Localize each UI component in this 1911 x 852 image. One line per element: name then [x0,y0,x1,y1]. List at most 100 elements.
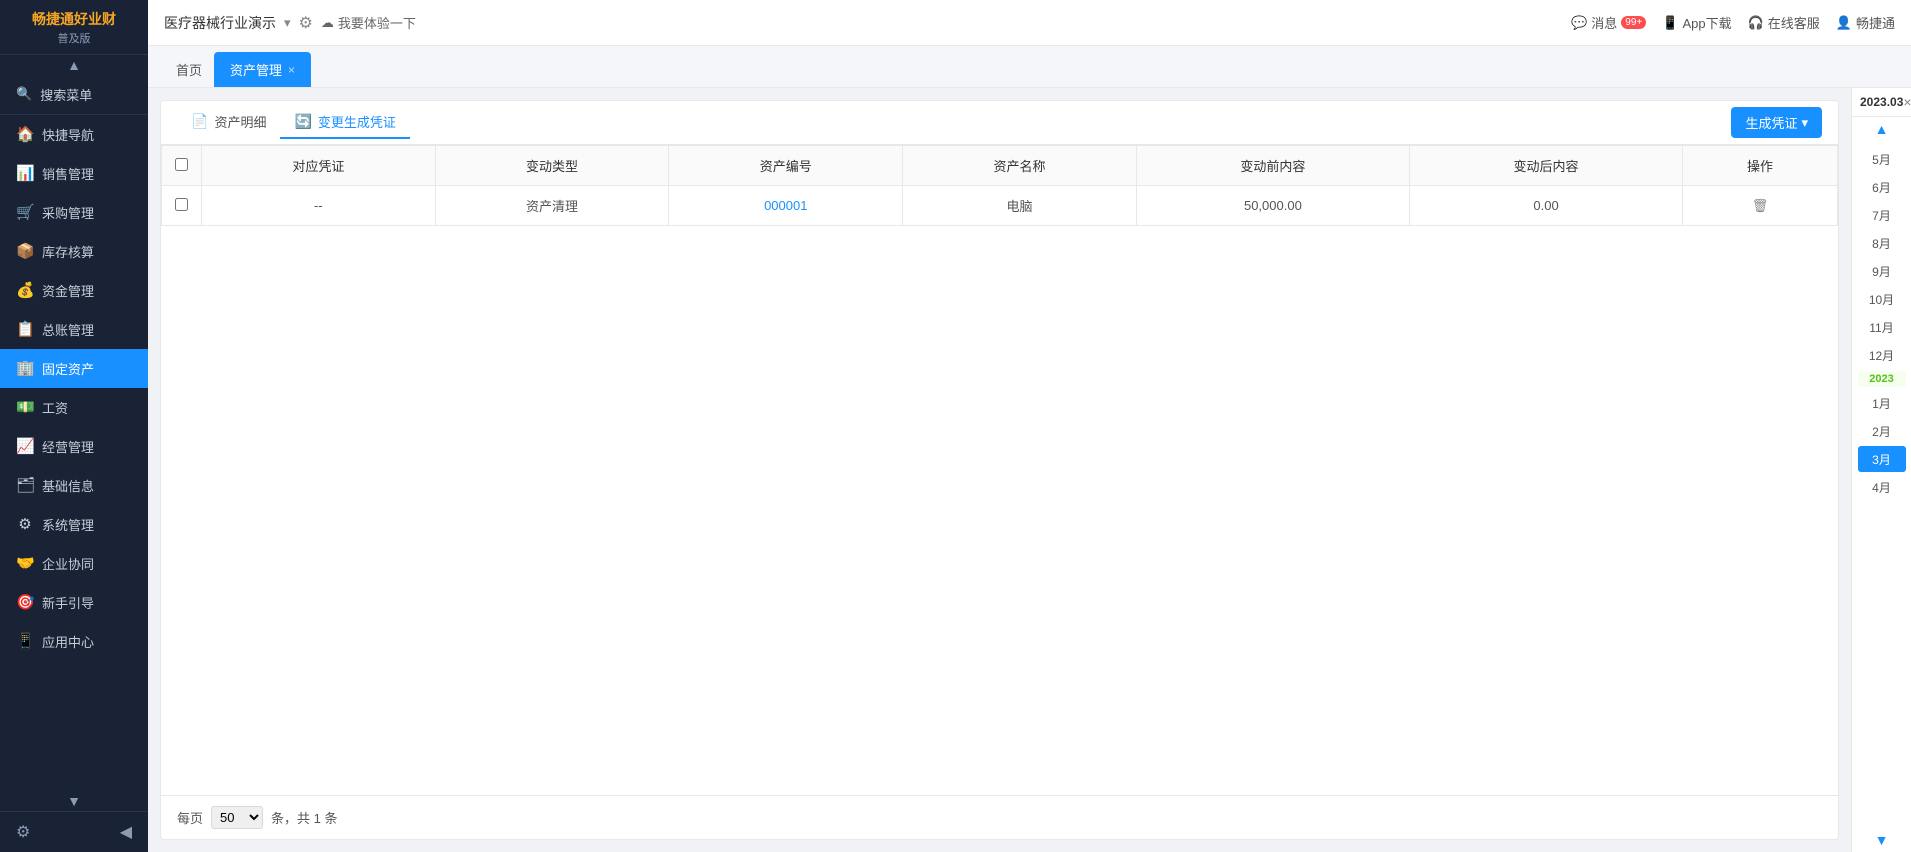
message-badge: 99+ [1621,16,1646,29]
asset-table: 对应凭证 变动类型 资产编号 资产名称 变动前内容 变动后内容 操作 [161,145,1838,226]
cal-month-12[interactable]: 12月 [1858,342,1906,368]
cal-month-11[interactable]: 11月 [1858,314,1906,340]
sidebar-item-label: 新手引导 [42,593,94,612]
user-label: 畅捷通 [1856,13,1895,32]
cal-month-6[interactable]: 6月 [1858,174,1906,200]
enterprise-icon: 🤝 [16,554,34,572]
col-asset-name: 资产名称 [903,146,1137,186]
col-after-change: 变动后内容 [1409,146,1682,186]
tab-asset-management[interactable]: 资产管理 × [214,52,311,87]
cal-month-8[interactable]: 8月 [1858,230,1906,256]
user-icon: 👤 [1836,15,1852,31]
calendar-month-list: 5月 6月 7月 8月 9月 10月 11月 12月 2023 1月 2月 3月… [1852,141,1911,828]
sidebar-item-label: 总账管理 [42,320,94,339]
cal-month-2023-4[interactable]: 4月 [1858,474,1906,500]
calendar-close-icon[interactable]: × [1903,94,1911,110]
cal-month-2023-3[interactable]: 3月 [1858,446,1906,472]
sidebar-item-guide[interactable]: 🎯 新手引导 [0,583,148,622]
sidebar-item-basic-info[interactable]: 🗂 基础信息 [0,466,148,505]
up-arrow-icon[interactable]: ▲ [1875,121,1889,137]
dropdown-arrow-icon: ▾ [1801,115,1808,131]
feedback-button[interactable]: ☁ 我要体验一下 [321,13,416,32]
messages-label: 消息 [1591,13,1617,32]
app-version: 普及版 [58,30,91,46]
sidebar-search-item[interactable]: 🔍 搜索菜单 [0,75,148,115]
company-dropdown-icon[interactable]: ▾ [284,15,291,31]
sidebar-item-operations[interactable]: 📈 经营管理 [0,427,148,466]
search-icon: 🔍 [16,86,32,102]
basic-info-icon: 🗂 [16,476,34,494]
cal-month-7[interactable]: 7月 [1858,202,1906,228]
sub-tabs: 📄 资产明细 🔄 变更生成凭证 生成凭证 ▾ [161,101,1838,145]
sidebar-item-label: 经营管理 [42,437,94,456]
online-service-button[interactable]: 🎧 在线客服 [1748,13,1820,32]
delete-icon[interactable]: 🗑 [1752,198,1769,213]
select-all-checkbox[interactable] [175,158,188,171]
topbar-right: 💬 消息 99+ 📱 App下载 🎧 在线客服 👤 畅捷通 [1571,13,1895,32]
tab-close-icon[interactable]: × [288,63,295,77]
per-page-select[interactable]: 10 20 50 100 [211,806,263,829]
user-button[interactable]: 👤 畅捷通 [1836,13,1895,32]
system-icon: ⚙ [16,515,34,533]
row-asset-name: 电脑 [903,186,1137,226]
sidebar-item-fixed-assets[interactable]: 🏢 固定资产 [0,349,148,388]
down-arrow-icon[interactable]: ▼ [1875,832,1889,848]
asset-detail-icon: 📄 [191,113,208,130]
col-operation: 操作 [1683,146,1838,186]
pagination: 每页 10 20 50 100 条，共 1 条 [161,795,1838,839]
sidebar-item-label: 工资 [42,398,68,417]
sidebar-item-purchase[interactable]: 🛒 采购管理 [0,193,148,232]
sidebar-item-ledger[interactable]: 📋 总账管理 [0,310,148,349]
quick-nav-icon: 🏠 [16,125,34,143]
sidebar-item-system[interactable]: ⚙ 系统管理 [0,505,148,544]
table-wrap: 对应凭证 变动类型 资产编号 资产名称 变动前内容 变动后内容 操作 [161,145,1838,795]
tab-home[interactable]: 首页 [164,52,214,87]
sidebar-item-salary[interactable]: 💵 工资 [0,388,148,427]
cal-month-2023-2[interactable]: 2月 [1858,418,1906,444]
sub-tab2-label: 变更生成凭证 [318,112,396,131]
row-operation[interactable]: 🗑 [1683,186,1838,226]
topbar-settings-icon[interactable]: ⚙ [299,13,313,33]
per-page-label: 每页 [177,808,203,827]
collapse-icon[interactable]: ◀ [120,822,132,842]
row-checkbox[interactable] [175,198,188,211]
sidebar-item-quick-nav[interactable]: 🏠 快捷导航 [0,115,148,154]
cal-month-10[interactable]: 10月 [1858,286,1906,312]
sidebar-scroll-up[interactable]: ▲ [0,55,148,75]
sidebar-item-sales[interactable]: 📊 销售管理 [0,154,148,193]
inventory-icon: 📦 [16,242,34,260]
sidebar-scroll-down[interactable]: ▼ [0,791,148,811]
sub-tab1-label: 资产明细 [214,112,266,131]
company-name: 医疗器械行业演示 [164,13,276,33]
cal-month-5[interactable]: 5月 [1858,146,1906,172]
col-voucher: 对应凭证 [202,146,436,186]
inner-content: 📄 资产明细 🔄 变更生成凭证 生成凭证 ▾ [160,100,1839,840]
scroll-down-icon[interactable]: ▼ [67,793,81,809]
ledger-icon: 📋 [16,320,34,338]
app-download-button[interactable]: 📱 App下载 [1662,13,1731,32]
settings-icon[interactable]: ⚙ [16,822,30,842]
sidebar-item-app-center[interactable]: 📱 应用中心 [0,622,148,661]
operations-icon: 📈 [16,437,34,455]
sidebar-item-funds[interactable]: 💰 资金管理 [0,271,148,310]
sidebar: 畅捷通好业财 普及版 ▲ 🔍 搜索菜单 🏠 快捷导航 📊 销售管理 🛒 采购管理… [0,0,148,852]
calendar-scroll-down[interactable]: ▼ [1852,828,1911,852]
sidebar-item-inventory[interactable]: 📦 库存核算 [0,232,148,271]
cal-month-2023-1[interactable]: 1月 [1858,390,1906,416]
generate-voucher-button[interactable]: 生成凭证 ▾ [1731,107,1822,138]
funds-icon: 💰 [16,281,34,299]
messages-button[interactable]: 💬 消息 99+ [1571,13,1646,32]
calendar-scroll-up[interactable]: ▲ [1852,117,1911,141]
feedback-icon: ☁ [321,15,334,31]
sidebar-item-label: 基础信息 [42,476,94,495]
cal-month-9[interactable]: 9月 [1858,258,1906,284]
sub-tab-asset-detail[interactable]: 📄 资产明细 [177,106,280,139]
sidebar-item-enterprise[interactable]: 🤝 企业协同 [0,544,148,583]
calendar-panel: 2023.03 × ⤢ ▲ 5月 6月 7月 8月 9月 10月 11月 12月 [1851,88,1911,852]
generate-label: 生成凭证 [1745,113,1797,132]
sidebar-item-label: 快捷导航 [42,125,94,144]
table-row: -- 资产清理 000001 电脑 50,000.00 0.00 🗑 [162,186,1838,226]
scroll-up-icon[interactable]: ▲ [67,57,81,73]
year-2023-label: 2023 [1858,371,1906,387]
sub-tab-voucher[interactable]: 🔄 变更生成凭证 [280,106,409,139]
